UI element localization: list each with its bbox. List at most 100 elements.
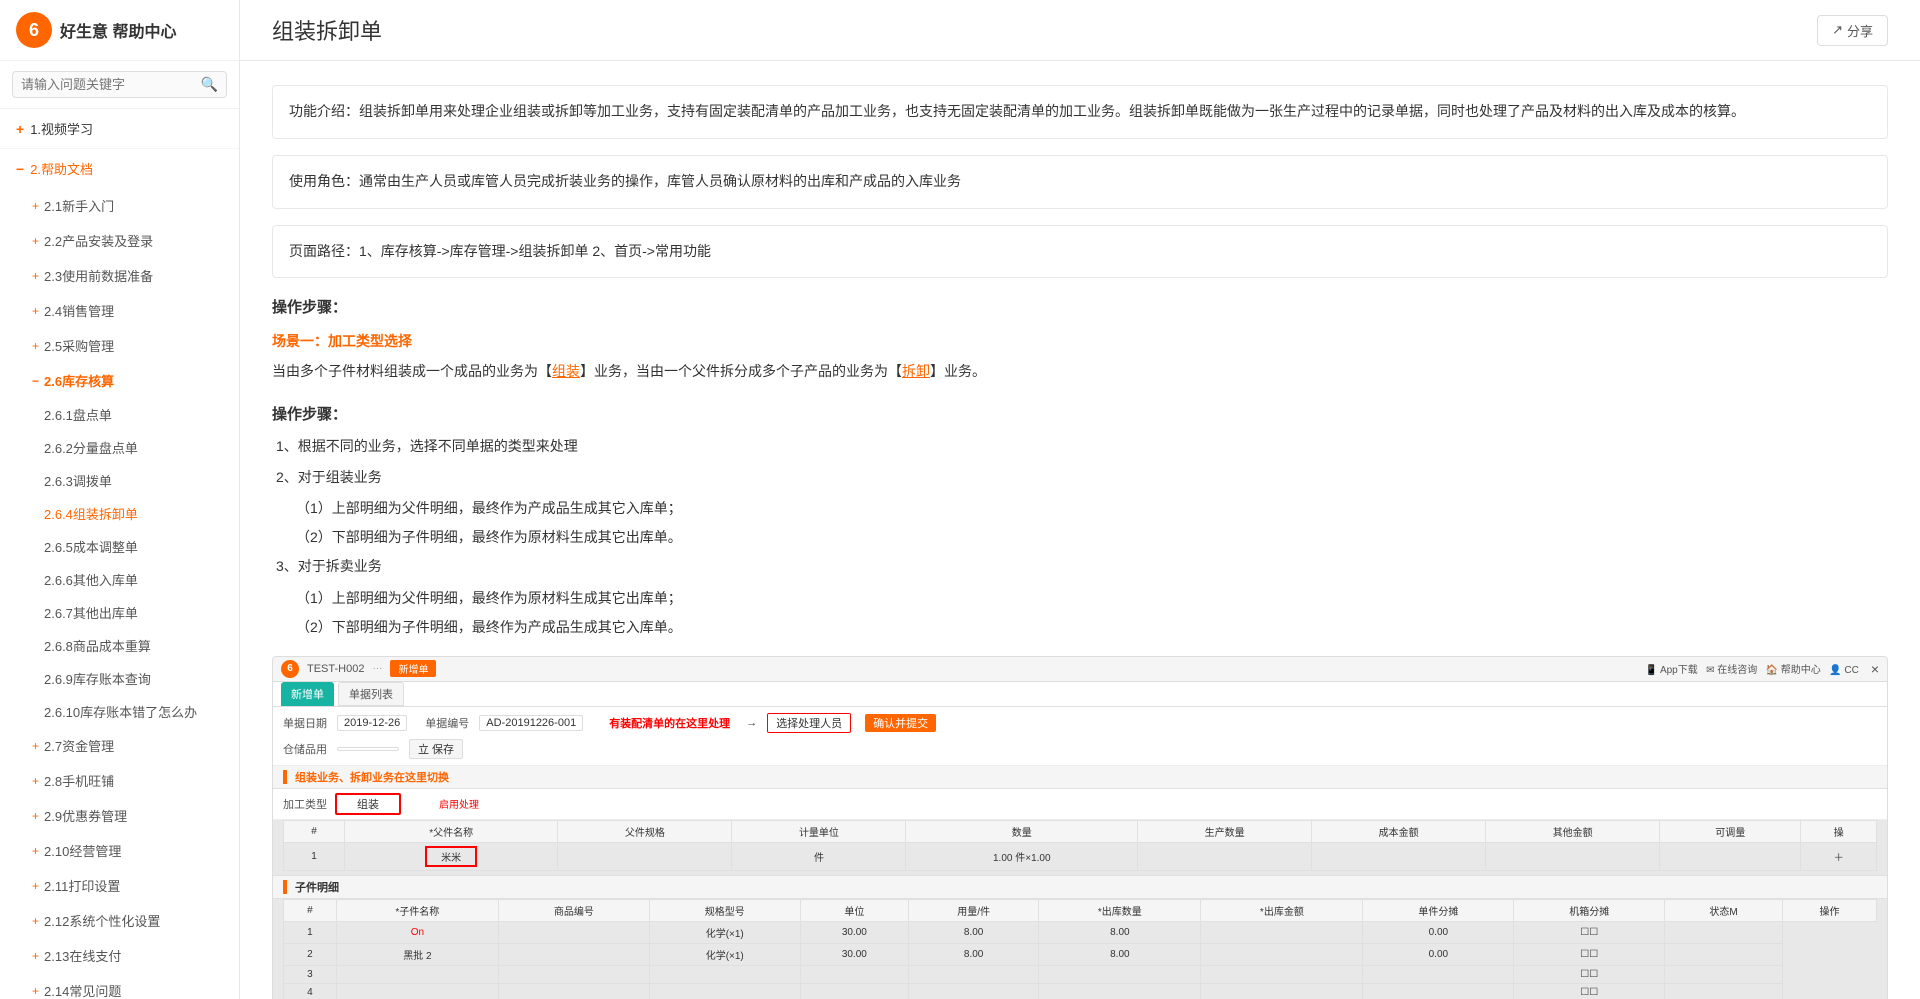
ops-steps-title: 操作步骤： [272, 403, 1888, 424]
scr-th-0: # [284, 820, 345, 842]
scr-save-btn[interactable]: 立 保存 [409, 739, 463, 759]
table-row: 2 黑批 2 化学(×1) 30.00 8.00 8.00 0.00 ☐☐ [284, 943, 1877, 965]
scr-th-4: 数量 [906, 820, 1138, 842]
step-2: 2、对于组装业务 [272, 465, 1888, 490]
scr-th-3: 计量单位 [732, 820, 906, 842]
sidebar-item-print[interactable]: + 2.11打印设置 [0, 868, 239, 903]
role-block: 使用角色：通常由生产人员或库管人员完成折装业务的操作，库管人员确认原材料的出库和… [272, 155, 1888, 209]
table-row: 4☐☐ [284, 983, 1877, 999]
sidebar-item-data-prep[interactable]: + 2.3使用前数据准备 [0, 258, 239, 293]
search-icon[interactable]: 🔍 [201, 76, 218, 93]
scr-close-btn[interactable]: × [1871, 661, 1879, 677]
screenshot-container: 6 TEST-H002 ··· 新增单 📱 App下载 ✉ 在线咨询 🏠 帮助中… [272, 656, 1888, 999]
sidebar-item-newbie[interactable]: + 2.1新手入门 [0, 188, 239, 223]
share-icon: ↗ [1832, 22, 1843, 38]
table-row: 1 米米 件 1.00 件×1.00 ＋ [284, 842, 1877, 870]
sidebar-item-sales[interactable]: + 2.4销售管理 [0, 293, 239, 328]
sidebar-item-inventory[interactable]: − 2.6库存核算 [0, 363, 239, 398]
scr-process-btn[interactable]: 选择处理人员 [767, 713, 851, 733]
logo-icon: 6 [16, 12, 52, 48]
scr-lower-label: 子件明细 [295, 879, 339, 895]
step-3-sub-1: （1）上部明细为父件明细，最终作为原材料生成其它出库单； [272, 586, 1888, 611]
annotation-has-bom: 有装配清单的在这里处理 [609, 715, 730, 731]
sidebar-item-other-in[interactable]: 2.6.6其他入库单 [0, 563, 239, 596]
table-row: 3☐☐ [284, 965, 1877, 983]
sidebar-item-cost-recalc[interactable]: 2.6.8商品成本重算 [0, 629, 239, 662]
scr-tab-active[interactable]: 新增单 [281, 682, 334, 706]
scr-logo: 6 [281, 660, 299, 678]
path-block: 页面路径：1、库存核算->库存管理->组装拆卸单 2、首页->常用功能 [272, 225, 1888, 279]
page-header: 组装拆卸单 ↗ 分享 [240, 0, 1920, 61]
logo-text: 好生意 帮助中心 [60, 18, 176, 42]
scr-th-5: 生产数量 [1138, 820, 1312, 842]
page-title: 组装拆卸单 [272, 14, 382, 46]
scr-th-2: 父件规格 [558, 820, 732, 842]
scr-warehouse-label: 仓储品用 [283, 741, 327, 757]
sidebar-item-faq[interactable]: + 2.14常见问题 [0, 973, 239, 999]
search-area: 🔍 [0, 61, 239, 109]
scr-lower-table: # *子件名称 商品编号 规格型号 单位 用量/件 *出库数量 *出库金额 单件… [283, 899, 1877, 999]
step-2-sub-1: （1）上部明细为父件明细，最终作为产成品生成其它入库单； [272, 496, 1888, 521]
scr-new-doc-btn[interactable]: 新增单 [390, 660, 436, 677]
sidebar-item-personalize[interactable]: + 2.12系统个性化设置 [0, 903, 239, 938]
scr-topbar-dots: ··· [372, 663, 382, 674]
sidebar-item-payment[interactable]: + 2.13在线支付 [0, 938, 239, 973]
main-content: 组装拆卸单 ↗ 分享 功能介绍：组装拆卸单用来处理企业组装或拆卸等加工业务，支持… [240, 0, 1920, 999]
scr-orange-bar2 [283, 880, 287, 894]
sidebar-item-stocktake2[interactable]: 2.6.2分量盘点单 [0, 431, 239, 464]
sidebar-item-mobile[interactable]: + 2.8手机旺铺 [0, 763, 239, 798]
scr-date-label: 单据日期 [283, 715, 327, 731]
scr-date-value[interactable]: 2019-12-26 [337, 715, 407, 731]
logo-area: 6 好生意 帮助中心 [0, 0, 239, 61]
scr-type-select[interactable]: 组装 [335, 793, 401, 815]
search-box: 🔍 [12, 71, 227, 98]
step-1: 1、根据不同的业务，选择不同单据的类型来处理 [272, 434, 1888, 459]
sidebar-item-cost-adj[interactable]: 2.6.5成本调整单 [0, 530, 239, 563]
scr-appbar-items: 📱 App下载 ✉ 在线咨询 🏠 帮助中心 👤 CC [1645, 661, 1859, 676]
sidebar-item-docs[interactable]: − 2.帮助文档 [0, 149, 239, 188]
scr-type-switch-annotation: 组装业务、拆卸业务在这里切换 [295, 769, 449, 785]
sidebar-item-transfer[interactable]: 2.6.3调拨单 [0, 464, 239, 497]
scr-parent-item[interactable]: 米米 [425, 846, 477, 867]
scr-th-8: 可调量 [1660, 820, 1801, 842]
sidebar-item-ledger-query[interactable]: 2.6.9库存账本查询 [0, 662, 239, 695]
content-area: 功能介绍：组装拆卸单用来处理企业组装或拆卸等加工业务，支持有固定装配清单的产品加… [240, 61, 1920, 999]
step-2-sub-2: （2）下部明细为子件明细，最终作为原材料生成其它出库单。 [272, 525, 1888, 550]
minus-icon: − [16, 161, 24, 177]
scr-topbar-id: TEST-H002 [307, 663, 364, 675]
plus-icon: + [16, 121, 24, 137]
scr-order-value[interactable]: AD-20191226-001 [479, 715, 583, 731]
sidebar-item-stocktake[interactable]: 2.6.1盘点单 [0, 398, 239, 431]
scr-th-1: *父件名称 [344, 820, 557, 842]
search-input[interactable] [21, 77, 201, 92]
table-row: 1 On 化学(×1) 30.00 8.00 8.00 0.00 ☐☐ [284, 921, 1877, 943]
scr-tab-list[interactable]: 单据列表 [338, 682, 404, 706]
scr-th-6: 成本金额 [1312, 820, 1486, 842]
sidebar-item-purchase[interactable]: + 2.5采购管理 [0, 328, 239, 363]
sidebar-item-install[interactable]: + 2.2产品安装及登录 [0, 223, 239, 258]
step-3: 3、对于拆卖业务 [272, 554, 1888, 579]
step-3-sub-2: （2）下部明细为子件明细，最终作为产成品生成其它入库单。 [272, 615, 1888, 640]
share-button[interactable]: ↗ 分享 [1817, 15, 1888, 46]
nav-group-docs: − 2.帮助文档 + 2.1新手入门 + 2.2产品安装及登录 + 2.3使用前… [0, 149, 239, 999]
scr-warehouse-field[interactable] [337, 747, 399, 751]
ops-title: 操作步骤： [272, 296, 1888, 317]
sidebar-item-other-out[interactable]: 2.6.7其他出库单 [0, 596, 239, 629]
screenshot-inner: 6 TEST-H002 ··· 新增单 📱 App下载 ✉ 在线咨询 🏠 帮助中… [273, 657, 1887, 999]
scr-confirm-btn[interactable]: 确认并提交 [865, 714, 936, 732]
scene1-desc: 当由多个子件材料组装成一个成品的业务为【组装】业务，当由一个父件拆分成多个子产品… [272, 359, 1888, 384]
sidebar-item-video[interactable]: + 1.视频学习 [0, 109, 239, 148]
scr-orange-bar [283, 770, 287, 784]
nav-group-video: + 1.视频学习 [0, 109, 239, 149]
sidebar: 6 好生意 帮助中心 🔍 + 1.视频学习 − 2.帮助文档 + 2 [0, 0, 240, 999]
sidebar-item-coupon[interactable]: + 2.9优惠券管理 [0, 798, 239, 833]
scr-order-label: 单据编号 [425, 715, 469, 731]
sidebar-item-ledger-fix[interactable]: 2.6.10库存账本错了怎么办 [0, 695, 239, 728]
nav-list: + 1.视频学习 − 2.帮助文档 + 2.1新手入门 + 2.2产品安装及登录 [0, 109, 239, 999]
sidebar-item-assembly[interactable]: 2.6.4组装拆卸单 [0, 497, 239, 530]
scr-upper-table: # *父件名称 父件规格 计量单位 数量 生产数量 成本金额 其他金额 可调量 … [283, 820, 1877, 871]
sidebar-item-finance[interactable]: + 2.7资金管理 [0, 728, 239, 763]
scr-type-label: 加工类型 [283, 796, 327, 812]
annotation-enable: 启用处理 [439, 796, 479, 811]
sidebar-item-ops[interactable]: + 2.10经营管理 [0, 833, 239, 868]
